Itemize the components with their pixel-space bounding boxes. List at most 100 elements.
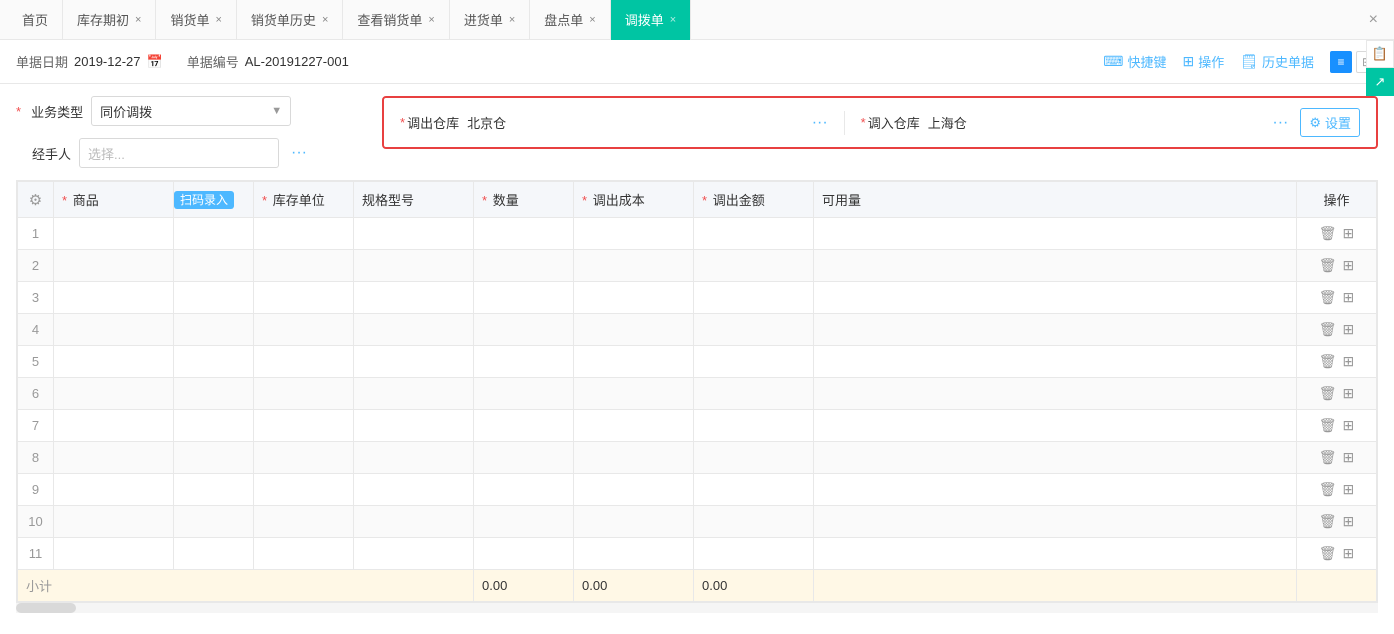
scan-button[interactable]: 扫码录入 bbox=[174, 191, 234, 209]
tab-purchase[interactable]: 进货单 × bbox=[450, 0, 530, 40]
business-type-select[interactable]: 同价调拨 ▼ bbox=[91, 96, 291, 126]
subtotal-row: 小计 0.00 0.00 0.00 bbox=[18, 570, 1377, 602]
delete-icon[interactable]: 🗑 bbox=[1319, 385, 1337, 402]
cell-product[interactable] bbox=[54, 410, 174, 442]
cell-product[interactable] bbox=[54, 250, 174, 282]
tab-stocktake-close[interactable]: × bbox=[589, 14, 595, 26]
view-list-button[interactable]: ≡ bbox=[1330, 51, 1352, 73]
delete-icon[interactable]: 🗑 bbox=[1319, 513, 1337, 530]
dest-warehouse-more-icon[interactable]: ··· bbox=[1272, 114, 1288, 132]
right-panel-notes-button[interactable]: 📋 bbox=[1366, 40, 1394, 68]
tab-transfer-close[interactable]: × bbox=[670, 14, 676, 26]
history-icon: 🗒 bbox=[1240, 53, 1258, 70]
scrollbar-thumb[interactable] bbox=[16, 603, 76, 613]
delete-icon[interactable]: 🗑 bbox=[1319, 225, 1337, 242]
copy-icon[interactable]: ⊞ bbox=[1343, 289, 1355, 306]
cell-scan bbox=[174, 538, 254, 570]
tab-inventory-init-close[interactable]: × bbox=[135, 14, 141, 26]
tab-view-sales-label: 查看销货单 bbox=[357, 10, 422, 29]
source-warehouse-more-icon[interactable]: ··· bbox=[812, 114, 828, 132]
copy-icon[interactable]: ⊞ bbox=[1343, 545, 1355, 562]
tab-sales-history-close[interactable]: × bbox=[322, 14, 328, 26]
horizontal-scrollbar[interactable] bbox=[16, 603, 1378, 613]
subtotal-actions bbox=[1297, 570, 1377, 602]
cell-qty bbox=[474, 218, 574, 250]
delete-icon[interactable]: 🗑 bbox=[1319, 321, 1337, 338]
handler-placeholder: 选择... bbox=[88, 144, 125, 163]
tab-inventory-init-label: 库存期初 bbox=[77, 10, 129, 29]
date-label: 单据日期 bbox=[16, 52, 68, 71]
cell-amount bbox=[694, 250, 814, 282]
handler-select[interactable]: 选择... bbox=[79, 138, 279, 168]
row-num: 4 bbox=[18, 314, 54, 346]
cell-product[interactable] bbox=[54, 538, 174, 570]
cell-cost bbox=[574, 282, 694, 314]
calendar-icon[interactable]: 📅 bbox=[147, 54, 163, 70]
shortcuts-button[interactable]: ⌨ 快捷键 bbox=[1103, 52, 1166, 71]
cell-cost bbox=[574, 346, 694, 378]
col-spec-label: 规格型号 bbox=[362, 193, 414, 208]
cell-product[interactable] bbox=[54, 282, 174, 314]
cell-qty bbox=[474, 410, 574, 442]
copy-icon[interactable]: ⊞ bbox=[1343, 481, 1355, 498]
gear-icon[interactable]: ⚙ bbox=[29, 192, 42, 209]
handler-row: 经手人 选择... ··· bbox=[16, 138, 366, 168]
cell-product[interactable] bbox=[54, 346, 174, 378]
cell-spec bbox=[354, 250, 474, 282]
tab-purchase-close[interactable]: × bbox=[509, 14, 515, 26]
copy-icon[interactable]: ⊞ bbox=[1343, 417, 1355, 434]
cell-product[interactable] bbox=[54, 442, 174, 474]
tab-sales-order[interactable]: 销货单 × bbox=[156, 0, 236, 40]
cell-product[interactable] bbox=[54, 314, 174, 346]
tab-home[interactable]: 首页 bbox=[8, 0, 63, 40]
tab-transfer[interactable]: 调拨单 × bbox=[611, 0, 691, 40]
delete-icon[interactable]: 🗑 bbox=[1319, 545, 1337, 562]
handler-label: 经手人 bbox=[32, 144, 71, 163]
cell-available bbox=[814, 506, 1297, 538]
window-close-button[interactable]: × bbox=[1361, 11, 1386, 29]
cell-product[interactable] bbox=[54, 474, 174, 506]
tab-view-sales[interactable]: 查看销货单 × bbox=[343, 0, 449, 40]
cell-cost bbox=[574, 538, 694, 570]
copy-icon[interactable]: ⊞ bbox=[1343, 225, 1355, 242]
tab-inventory-init[interactable]: 库存期初 × bbox=[63, 0, 156, 40]
delete-icon[interactable]: 🗑 bbox=[1319, 449, 1337, 466]
cell-available bbox=[814, 410, 1297, 442]
cell-scan bbox=[174, 346, 254, 378]
table-row: 4 🗑 ⊞ bbox=[18, 314, 1377, 346]
cell-product[interactable] bbox=[54, 218, 174, 250]
copy-icon[interactable]: ⊞ bbox=[1343, 449, 1355, 466]
cell-cost bbox=[574, 410, 694, 442]
cell-qty bbox=[474, 282, 574, 314]
delete-icon[interactable]: 🗑 bbox=[1319, 289, 1337, 306]
cell-available bbox=[814, 442, 1297, 474]
settings-button[interactable]: ⚙ 设置 bbox=[1300, 108, 1360, 137]
delete-icon[interactable]: 🗑 bbox=[1319, 353, 1337, 370]
right-panel-expand-button[interactable]: ↗ bbox=[1366, 68, 1394, 96]
col-amount: * 调出金额 bbox=[694, 182, 814, 218]
delete-icon[interactable]: 🗑 bbox=[1319, 257, 1337, 274]
delete-icon[interactable]: 🗑 bbox=[1319, 417, 1337, 434]
operations-button[interactable]: ⊞ 操作 bbox=[1182, 52, 1224, 71]
copy-icon[interactable]: ⊞ bbox=[1343, 321, 1355, 338]
cell-actions: 🗑⊞ bbox=[1297, 346, 1377, 378]
cell-actions: 🗑⊞ bbox=[1297, 218, 1377, 250]
history-button[interactable]: 🗒 历史单据 bbox=[1240, 52, 1314, 71]
copy-icon[interactable]: ⊞ bbox=[1343, 385, 1355, 402]
cell-available bbox=[814, 538, 1297, 570]
tab-sales-history[interactable]: 销货单历史 × bbox=[237, 0, 343, 40]
cell-actions: 🗑⊞ bbox=[1297, 250, 1377, 282]
tab-stocktake-label: 盘点单 bbox=[544, 10, 583, 29]
handler-more-icon[interactable]: ··· bbox=[291, 144, 307, 162]
cell-product[interactable] bbox=[54, 506, 174, 538]
delete-icon[interactable]: 🗑 bbox=[1319, 481, 1337, 498]
tab-stocktake[interactable]: 盘点单 × bbox=[530, 0, 610, 40]
warehouse-box: * 调出仓库 北京仓 ··· * 调入仓库 上海仓 ··· ⚙ 设置 bbox=[382, 96, 1378, 149]
tab-sales-order-close[interactable]: × bbox=[215, 14, 221, 26]
copy-icon[interactable]: ⊞ bbox=[1343, 257, 1355, 274]
copy-icon[interactable]: ⊞ bbox=[1343, 353, 1355, 370]
cell-product[interactable] bbox=[54, 378, 174, 410]
copy-icon[interactable]: ⊞ bbox=[1343, 513, 1355, 530]
tab-view-sales-close[interactable]: × bbox=[428, 14, 434, 26]
source-warehouse-label: 调出仓库 bbox=[407, 113, 459, 132]
